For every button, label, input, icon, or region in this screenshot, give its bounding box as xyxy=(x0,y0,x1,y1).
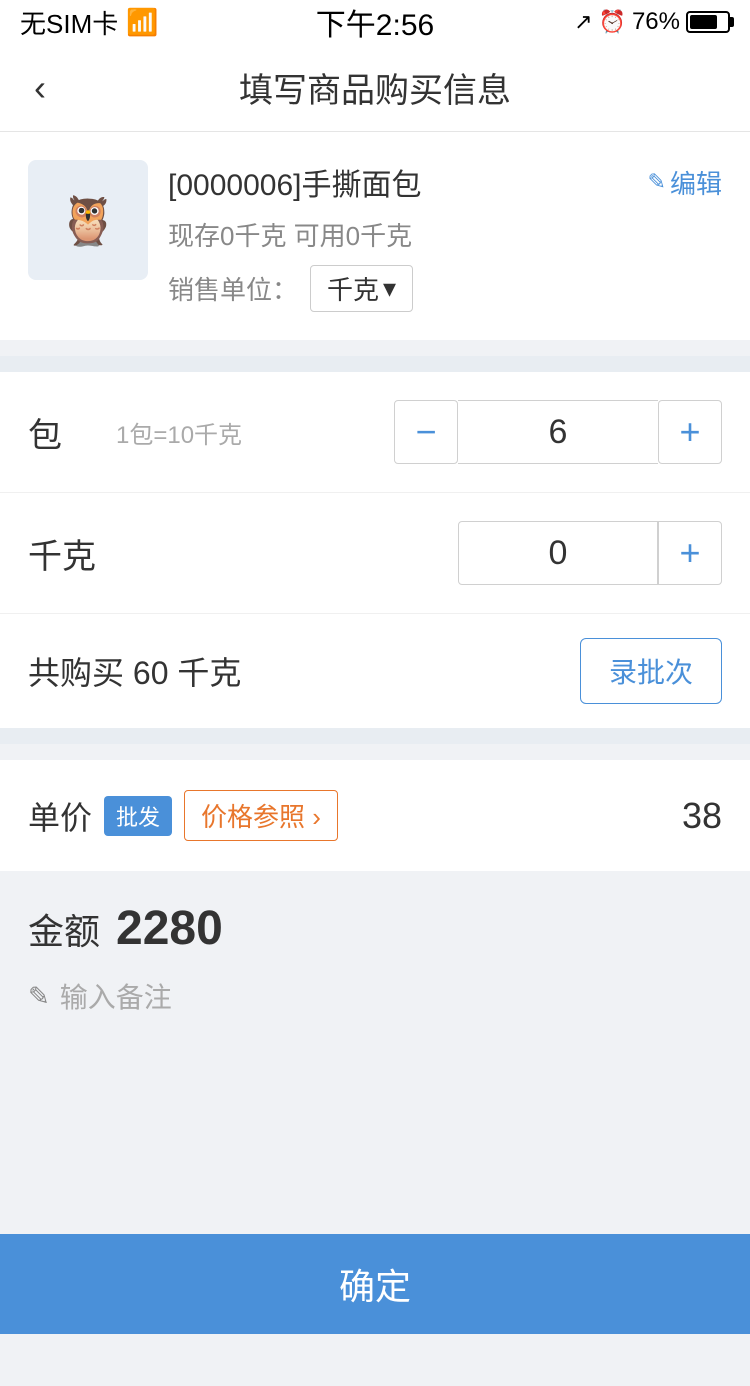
price-tag: 批发 xyxy=(104,796,172,836)
product-unit-row: 销售单位： 千克 ▾ xyxy=(168,265,722,312)
amount-section: 金额 2280 ✎ 输入备注 xyxy=(0,871,750,1036)
package-label: 包 xyxy=(28,408,108,457)
status-time: 下午2:56 xyxy=(316,0,434,44)
price-reference-button[interactable]: 价格参照 › xyxy=(184,790,338,841)
wifi-icon: 📶 xyxy=(126,7,158,38)
price-row: 单价 批发 价格参照 › 38 xyxy=(0,760,750,871)
confirm-button[interactable]: 确定 xyxy=(0,1234,750,1334)
total-label: 共购买 60 千克 xyxy=(28,648,580,694)
edit-label: 编辑 xyxy=(670,164,722,201)
amount-row: 金额 2280 xyxy=(28,901,722,956)
amount-value: 2280 xyxy=(116,901,223,956)
package-input-section: 包 1包=10千克 − + 千克 + 共购买 60 千克 录批次 xyxy=(0,372,750,728)
dropdown-icon: ▾ xyxy=(383,273,396,304)
edit-button[interactable]: ✎ 编辑 xyxy=(648,164,722,201)
location-icon: ↗ xyxy=(574,9,592,35)
battery-icon xyxy=(686,11,730,33)
package-plus-button[interactable]: + xyxy=(658,400,722,464)
product-id: [0000006] xyxy=(168,169,301,202)
status-bar: 无SIM卡 📶 下午2:56 ↗ ⏰ 76% xyxy=(0,0,750,44)
kg-stepper: + xyxy=(458,521,722,585)
carrier-text: 无SIM卡 xyxy=(20,4,118,41)
package-input-row: 包 1包=10千克 − + xyxy=(0,372,750,493)
kg-label: 千克 xyxy=(28,529,108,578)
edit-icon: ✎ xyxy=(648,169,666,195)
status-carrier: 无SIM卡 📶 xyxy=(20,4,159,41)
product-card: 🦉 [0000006]手撕面包 ✎ 编辑 现存0千克 可用0千克 销售单位： 千… xyxy=(0,132,750,340)
kg-input-row: 千克 + xyxy=(0,493,750,614)
price-value: 38 xyxy=(682,795,722,837)
note-placeholder: 输入备注 xyxy=(60,976,172,1016)
status-right: ↗ ⏰ 76% xyxy=(574,8,730,36)
package-minus-button[interactable]: − xyxy=(394,400,458,464)
kg-input[interactable] xyxy=(458,521,658,585)
kg-plus-button[interactable]: + xyxy=(658,521,722,585)
product-name-row: [0000006]手撕面包 ✎ 编辑 xyxy=(168,160,722,204)
amount-label: 金额 xyxy=(28,903,100,955)
unit-select[interactable]: 千克 ▾ xyxy=(310,265,413,312)
battery-percent: 76% xyxy=(632,8,680,36)
product-info: [0000006]手撕面包 ✎ 编辑 现存0千克 可用0千克 销售单位： 千克 … xyxy=(168,160,722,312)
note-icon: ✎ xyxy=(28,981,50,1012)
unit-value: 千克 xyxy=(327,270,379,307)
price-label: 单价 xyxy=(28,793,92,839)
page-title: 填写商品购买信息 xyxy=(239,63,511,112)
section-divider-1 xyxy=(0,356,750,372)
total-row: 共购买 60 千克 录批次 xyxy=(0,614,750,728)
package-input[interactable] xyxy=(458,400,658,464)
battery-fill xyxy=(690,15,717,29)
section-divider-2 xyxy=(0,728,750,744)
back-button[interactable]: ‹ xyxy=(24,57,56,119)
note-row[interactable]: ✎ 输入备注 xyxy=(28,976,722,1016)
price-section: 单价 批发 价格参照 › 38 xyxy=(0,760,750,871)
product-image: 🦉 xyxy=(28,160,148,280)
package-stepper: − + xyxy=(394,400,722,464)
product-name: [0000006]手撕面包 xyxy=(168,160,421,204)
alarm-icon: ⏰ xyxy=(599,9,626,35)
unit-label: 销售单位： xyxy=(168,270,298,307)
product-thumbnail-icon: 🦉 xyxy=(58,192,118,249)
package-sublabel: 1包=10千克 xyxy=(116,415,394,450)
record-batch-button[interactable]: 录批次 xyxy=(580,638,722,704)
product-title: 手撕面包 xyxy=(301,169,421,202)
product-stock: 现存0千克 可用0千克 xyxy=(168,216,722,253)
nav-bar: ‹ 填写商品购买信息 xyxy=(0,44,750,132)
